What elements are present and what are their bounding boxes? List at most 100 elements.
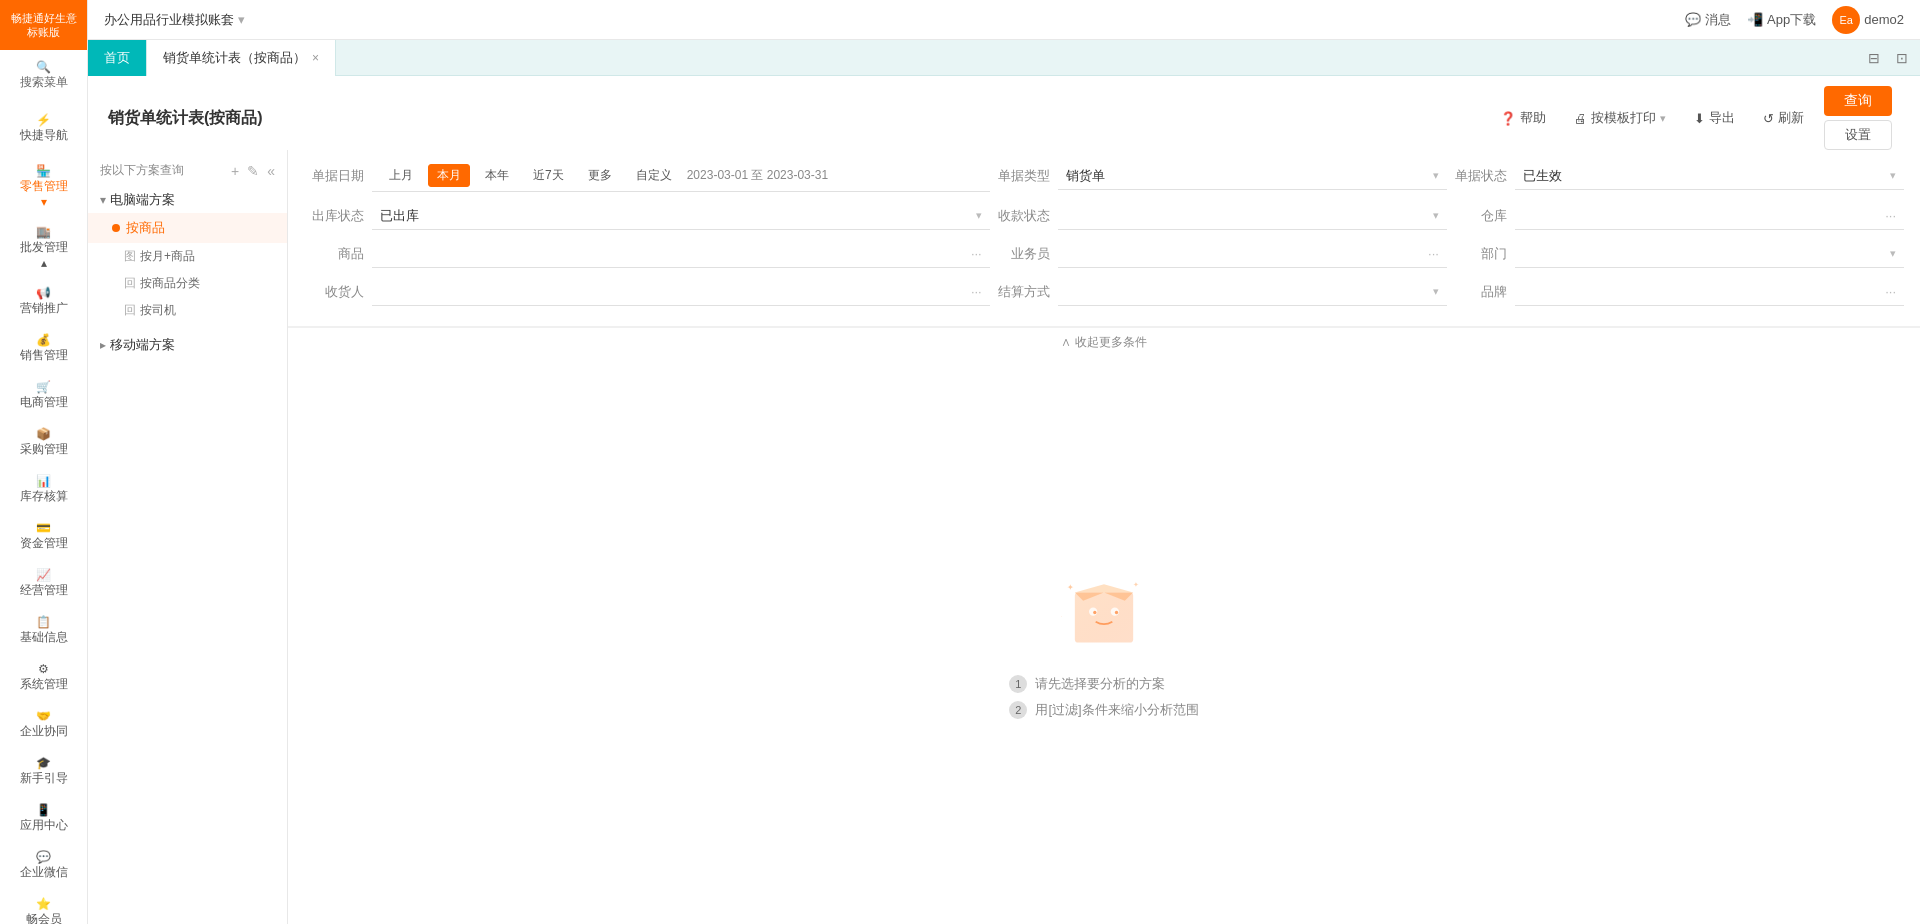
tab-minimize-icon[interactable]: ⊟ xyxy=(1864,48,1884,68)
scheme-group-mobile-title[interactable]: ▸ 移动端方案 xyxy=(88,332,287,358)
tab-bar: 首页 销货单统计表（按商品） × ⊟ ⊡ xyxy=(88,40,1920,76)
payment-arrow[interactable]: ▾ xyxy=(1433,285,1439,298)
sidebar-item-quick-nav[interactable]: ⚡ 快捷导航 xyxy=(0,105,87,152)
empty-tip-1: 1 请先选择要分析的方案 xyxy=(1009,675,1198,693)
doc-status-input[interactable]: 已生效 ▾ xyxy=(1515,162,1904,190)
payment-label: 结算方式 xyxy=(990,283,1050,301)
sidebar-item-ops[interactable]: 📈 经营管理 xyxy=(0,560,87,607)
sidebar-item-retail[interactable]: 🏪 零售管理 ▾ xyxy=(0,156,87,217)
tab-home[interactable]: 首页 xyxy=(88,40,147,76)
brand-more[interactable]: ··· xyxy=(1885,284,1896,299)
industry-dropdown-icon[interactable]: ▾ xyxy=(238,12,245,27)
scheme-group-desktop-title[interactable]: ▾ 电脑端方案 xyxy=(88,187,287,213)
out-status-input[interactable]: 已出库 ▾ xyxy=(372,202,990,230)
sidebar-item-marketing[interactable]: 📢 营销推广 xyxy=(0,278,87,325)
sidebar-item-finance[interactable]: 💳 资金管理 xyxy=(0,513,87,560)
department-arrow[interactable]: ▾ xyxy=(1890,247,1896,260)
scheme-item-by-product[interactable]: 按商品 xyxy=(88,213,287,243)
date-btn-last-month[interactable]: 上月 xyxy=(380,164,422,187)
export-label: 导出 xyxy=(1709,109,1735,127)
export-button[interactable]: ⬇ 导出 xyxy=(1686,105,1743,131)
add-scheme-icon[interactable]: + xyxy=(231,163,239,179)
sidebar-item-wechat[interactable]: 💬 企业微信 xyxy=(0,842,87,889)
sidebar-item-stock[interactable]: 📊 库存核算 xyxy=(0,466,87,513)
collapse-bar[interactable]: ∧ 收起更多条件 xyxy=(288,327,1920,357)
sidebar-item-wholesale[interactable]: 🏬 批发管理 ▴ xyxy=(0,217,87,278)
scheme-sub-by-month-product[interactable]: 图 按月+商品 xyxy=(88,243,287,270)
salesman-cell: 业务员 ··· xyxy=(990,240,1447,268)
date-btn-custom[interactable]: 自定义 xyxy=(627,164,681,187)
doc-type-input[interactable]: 销货单 ▾ xyxy=(1058,162,1447,190)
date-btn-last7[interactable]: 近7天 xyxy=(524,164,573,187)
sidebar-item-purchase[interactable]: 📦 采购管理 xyxy=(0,419,87,466)
product-more[interactable]: ··· xyxy=(971,246,982,261)
consignee-input[interactable]: ··· xyxy=(372,278,990,306)
download-icon: 📲 xyxy=(1747,12,1763,27)
app-download-button[interactable]: 📲 App下载 xyxy=(1747,11,1816,29)
date-filter-input[interactable]: 上月 本月 本年 近7天 更多 自定义 2023-03-01 至 2023-03… xyxy=(372,160,990,192)
print-button[interactable]: 🖨 按模板打印 ▾ xyxy=(1566,105,1674,131)
scheme-panel-header: 按以下方案查询 + ✎ « xyxy=(88,158,287,183)
sub-category-label: 按商品分类 xyxy=(140,275,200,292)
out-status-arrow[interactable]: ▾ xyxy=(976,209,982,222)
consignee-more[interactable]: ··· xyxy=(971,284,982,299)
user-menu[interactable]: Ea demo2 xyxy=(1832,6,1904,34)
tab-home-label: 首页 xyxy=(104,49,130,67)
sidebar-item-sales[interactable]: 💰 销售管理 xyxy=(0,325,87,372)
query-button[interactable]: 查询 xyxy=(1824,86,1892,116)
doc-type-arrow[interactable]: ▾ xyxy=(1433,169,1439,182)
date-btn-more[interactable]: 更多 xyxy=(579,164,621,187)
message-button[interactable]: 💬 消息 xyxy=(1685,11,1731,29)
sidebar-item-coop[interactable]: 🤝 企业协同 xyxy=(0,701,87,748)
payment-input[interactable]: ▾ xyxy=(1058,278,1447,306)
department-input[interactable]: ▾ xyxy=(1515,240,1904,268)
collect-status-input[interactable]: ▾ xyxy=(1058,202,1447,230)
collapse-scheme-icon[interactable]: « xyxy=(267,163,275,179)
doc-status-arrow[interactable]: ▾ xyxy=(1890,169,1896,182)
tab-close-button[interactable]: × xyxy=(312,51,319,65)
collect-status-cell: 收款状态 ▾ xyxy=(990,202,1447,230)
scheme-sub-by-category[interactable]: 回 按商品分类 xyxy=(88,270,287,297)
app-logo: 畅捷通好生意 标账版 xyxy=(0,0,87,50)
svg-point-4 xyxy=(1115,610,1118,613)
sales-label: 销售管理 xyxy=(20,347,68,364)
svg-text:·: · xyxy=(1061,612,1062,618)
sidebar-item-member[interactable]: ⭐ 畅会员 xyxy=(0,889,87,924)
help-button[interactable]: ❓ 帮助 xyxy=(1492,105,1554,131)
setting-button[interactable]: 设置 xyxy=(1824,120,1892,150)
system-icon: ⚙ xyxy=(38,662,49,676)
sub-item-label: 按月+商品 xyxy=(140,248,195,265)
industry-title-text: 办公用品行业模拟账套 xyxy=(104,11,234,29)
date-label: 单据日期 xyxy=(304,167,364,185)
sidebar-item-system[interactable]: ⚙ 系统管理 xyxy=(0,654,87,701)
refresh-button[interactable]: ↺ 刷新 xyxy=(1755,105,1812,131)
member-label: 畅会员 xyxy=(26,911,62,924)
brand-cell: 品牌 ··· xyxy=(1447,278,1904,306)
date-btn-this-year[interactable]: 本年 xyxy=(476,164,518,187)
sidebar-item-basic[interactable]: 📋 基础信息 xyxy=(0,607,87,654)
salesman-input[interactable]: ··· xyxy=(1058,240,1447,268)
sidebar-item-ecom[interactable]: 🛒 电商管理 xyxy=(0,372,87,419)
warehouse-more[interactable]: ··· xyxy=(1885,208,1896,223)
date-btn-this-month[interactable]: 本月 xyxy=(428,164,470,187)
search-icon: 🔍 xyxy=(0,60,87,74)
scheme-sub-by-driver[interactable]: 回 按司机 xyxy=(88,297,287,324)
sidebar-item-newbie[interactable]: 🎓 新手引导 xyxy=(0,748,87,795)
edit-scheme-icon[interactable]: ✎ xyxy=(247,163,259,179)
salesman-more[interactable]: ··· xyxy=(1428,246,1439,261)
sidebar-item-appstore[interactable]: 📱 应用中心 xyxy=(0,795,87,842)
collect-status-arrow[interactable]: ▾ xyxy=(1433,209,1439,222)
appstore-icon: 📱 xyxy=(36,803,51,817)
product-input[interactable]: ··· xyxy=(372,240,990,268)
warehouse-input[interactable]: ··· xyxy=(1515,202,1904,230)
tab-maximize-icon[interactable]: ⊡ xyxy=(1892,48,1912,68)
doc-type-cell: 单据类型 销货单 ▾ xyxy=(990,162,1447,190)
tab-active[interactable]: 销货单统计表（按商品） × xyxy=(147,40,336,76)
refresh-icon: ↺ xyxy=(1763,111,1774,126)
scheme-item-label: 按商品 xyxy=(126,219,165,237)
page-title: 销货单统计表(按商品) xyxy=(108,108,263,129)
search-menu-button[interactable]: 🔍 搜索菜单 xyxy=(0,50,87,101)
tip-num-1: 1 xyxy=(1009,675,1027,693)
scheme-panel-title: 按以下方案查询 xyxy=(100,162,184,179)
brand-input[interactable]: ··· xyxy=(1515,278,1904,306)
